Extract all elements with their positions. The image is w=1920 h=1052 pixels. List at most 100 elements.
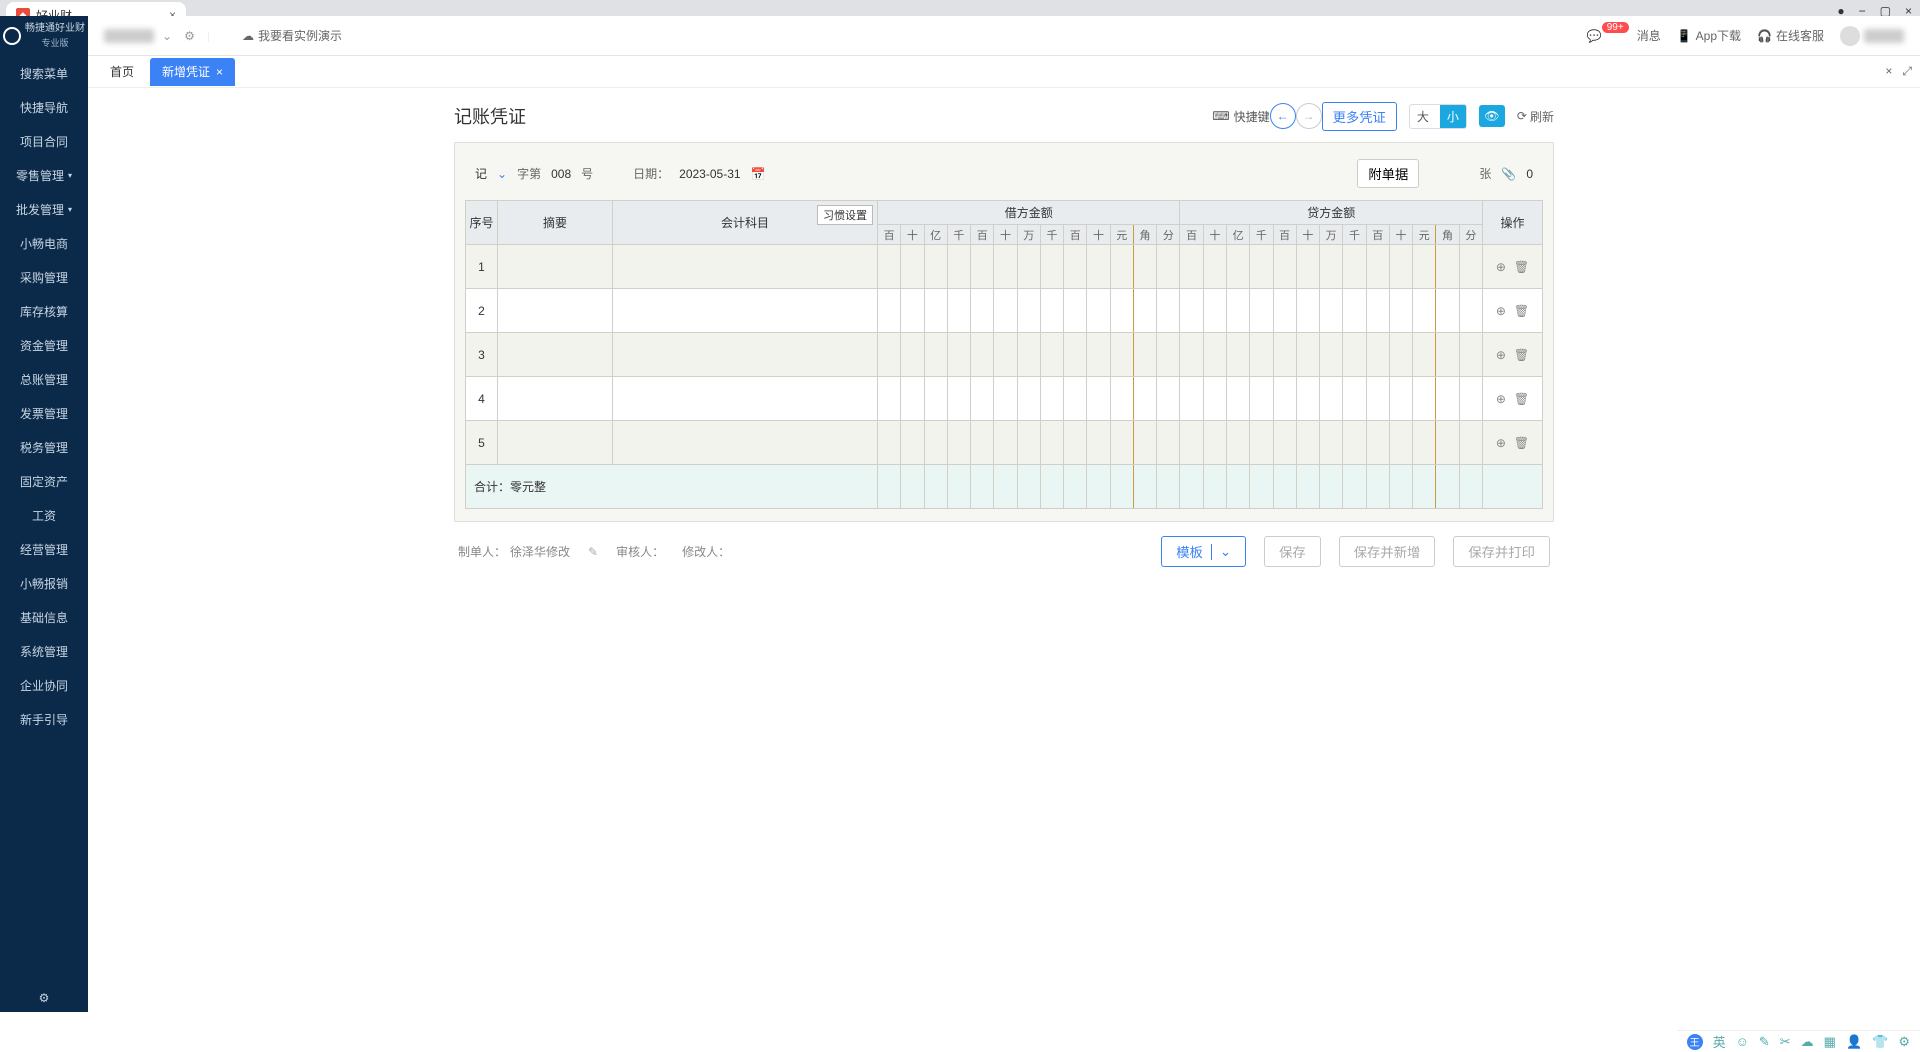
amount-digit[interactable] — [1366, 421, 1389, 465]
app-download-button[interactable]: 📱 App下载 — [1677, 27, 1741, 44]
amount-digit[interactable] — [901, 289, 924, 333]
amount-digit[interactable] — [947, 377, 970, 421]
amount-digit[interactable] — [1180, 245, 1203, 289]
amount-digit[interactable] — [1157, 377, 1180, 421]
amount-digit[interactable] — [1180, 421, 1203, 465]
amount-digit[interactable] — [1389, 377, 1412, 421]
amount-digit[interactable] — [1413, 377, 1436, 421]
amount-digit[interactable] — [1273, 289, 1296, 333]
sidebar-item-13[interactable]: 工资 — [0, 498, 88, 532]
amount-digit[interactable] — [947, 289, 970, 333]
demo-link[interactable]: ☁ 我要看实例演示 — [242, 27, 342, 44]
ime-logo-icon[interactable]: 王 — [1687, 1034, 1703, 1050]
amount-digit[interactable] — [1389, 421, 1412, 465]
amount-digit[interactable] — [1133, 289, 1156, 333]
amount-digit[interactable] — [1226, 377, 1249, 421]
amount-digit[interactable] — [1110, 421, 1133, 465]
amount-digit[interactable] — [1250, 421, 1273, 465]
subject-cell[interactable] — [613, 289, 878, 333]
close-all-icon[interactable]: × — [1885, 64, 1892, 79]
amount-digit[interactable] — [1296, 421, 1319, 465]
sidebar-item-14[interactable]: 经营管理 — [0, 532, 88, 566]
sidebar-item-2[interactable]: 项目合同 — [0, 124, 88, 158]
amount-digit[interactable] — [1064, 289, 1087, 333]
amount-digit[interactable] — [1040, 421, 1063, 465]
amount-digit[interactable] — [947, 421, 970, 465]
amount-digit[interactable] — [994, 333, 1017, 377]
sidebar-item-17[interactable]: 系统管理 — [0, 634, 88, 668]
sidebar-item-12[interactable]: 固定资产 — [0, 464, 88, 498]
more-vouchers-button[interactable]: 更多凭证 — [1322, 102, 1397, 131]
amount-digit[interactable] — [1110, 245, 1133, 289]
amount-digit[interactable] — [1343, 333, 1366, 377]
amount-digit[interactable] — [1087, 245, 1110, 289]
amount-digit[interactable] — [1389, 289, 1412, 333]
amount-digit[interactable] — [1366, 245, 1389, 289]
tab-new-voucher[interactable]: 新增凭证 × — [150, 58, 235, 86]
amount-digit[interactable] — [1133, 245, 1156, 289]
amount-digit[interactable] — [924, 245, 947, 289]
prev-voucher-button[interactable]: ← — [1270, 103, 1296, 129]
avatar[interactable] — [1840, 26, 1904, 46]
amount-digit[interactable] — [1110, 377, 1133, 421]
amount-digit[interactable] — [1064, 377, 1087, 421]
sidebar-item-18[interactable]: 企业协同 — [0, 668, 88, 702]
amount-digit[interactable] — [1413, 421, 1436, 465]
amount-digit[interactable] — [1203, 333, 1226, 377]
summary-cell[interactable] — [498, 377, 613, 421]
amount-digit[interactable] — [1273, 245, 1296, 289]
amount-digit[interactable] — [1343, 377, 1366, 421]
amount-digit[interactable] — [878, 333, 901, 377]
amount-digit[interactable] — [1413, 289, 1436, 333]
save-and-print-button[interactable]: 保存并打印 — [1453, 536, 1550, 567]
amount-digit[interactable] — [1436, 377, 1459, 421]
amount-digit[interactable] — [878, 289, 901, 333]
amount-digit[interactable] — [1459, 289, 1482, 333]
gear-icon[interactable]: ⚙ — [184, 29, 195, 43]
ime-shirt-icon[interactable]: 👕 — [1872, 1034, 1888, 1050]
chevron-down-icon[interactable]: ⌄ — [497, 167, 507, 181]
edit-maker-icon[interactable]: ✎ — [588, 545, 598, 559]
amount-digit[interactable] — [1203, 421, 1226, 465]
preview-button[interactable]: 👁 — [1479, 105, 1505, 127]
sidebar-item-3[interactable]: 零售管理▾ — [0, 158, 88, 192]
amount-digit[interactable] — [1064, 421, 1087, 465]
tab-home[interactable]: 首页 — [98, 58, 146, 86]
sidebar-item-8[interactable]: 资金管理 — [0, 328, 88, 362]
summary-cell[interactable] — [498, 333, 613, 377]
amount-digit[interactable] — [1157, 245, 1180, 289]
amount-digit[interactable] — [924, 333, 947, 377]
sidebar-item-16[interactable]: 基础信息 — [0, 600, 88, 634]
amount-digit[interactable] — [1250, 377, 1273, 421]
amount-digit[interactable] — [1040, 333, 1063, 377]
amount-digit[interactable] — [901, 421, 924, 465]
amount-digit[interactable] — [1320, 421, 1343, 465]
support-button[interactable]: 🎧 在线客服 — [1757, 27, 1824, 44]
amount-digit[interactable] — [1250, 245, 1273, 289]
amount-digit[interactable] — [1157, 421, 1180, 465]
habit-settings-button[interactable]: 习惯设置 — [817, 205, 873, 225]
close-tab-icon[interactable]: × — [216, 65, 223, 79]
add-row-icon[interactable]: ⊕ — [1496, 304, 1506, 318]
sidebar-item-4[interactable]: 批发管理▾ — [0, 192, 88, 226]
add-row-icon[interactable]: ⊕ — [1496, 392, 1506, 406]
amount-digit[interactable] — [1110, 333, 1133, 377]
amount-digit[interactable] — [1320, 289, 1343, 333]
amount-digit[interactable] — [1157, 289, 1180, 333]
add-row-icon[interactable]: ⊕ — [1496, 436, 1506, 450]
delete-row-icon[interactable]: 🗑 — [1514, 260, 1529, 274]
ime-grid-icon[interactable]: ▦ — [1824, 1034, 1836, 1050]
amount-digit[interactable] — [1133, 377, 1156, 421]
ime-settings-icon[interactable]: ⚙ — [1898, 1034, 1910, 1050]
amount-digit[interactable] — [1343, 245, 1366, 289]
amount-digit[interactable] — [1087, 421, 1110, 465]
delete-row-icon[interactable]: 🗑 — [1514, 436, 1529, 450]
amount-digit[interactable] — [1366, 289, 1389, 333]
message-button[interactable]: 💬 99+ 消息 — [1587, 27, 1661, 44]
sidebar-item-11[interactable]: 税务管理 — [0, 430, 88, 464]
amount-digit[interactable] — [924, 421, 947, 465]
sidebar-item-5[interactable]: 小畅电商 — [0, 226, 88, 260]
amount-digit[interactable] — [1203, 289, 1226, 333]
ime-cloud-icon[interactable]: ☁ — [1801, 1034, 1814, 1050]
amount-digit[interactable] — [1413, 245, 1436, 289]
